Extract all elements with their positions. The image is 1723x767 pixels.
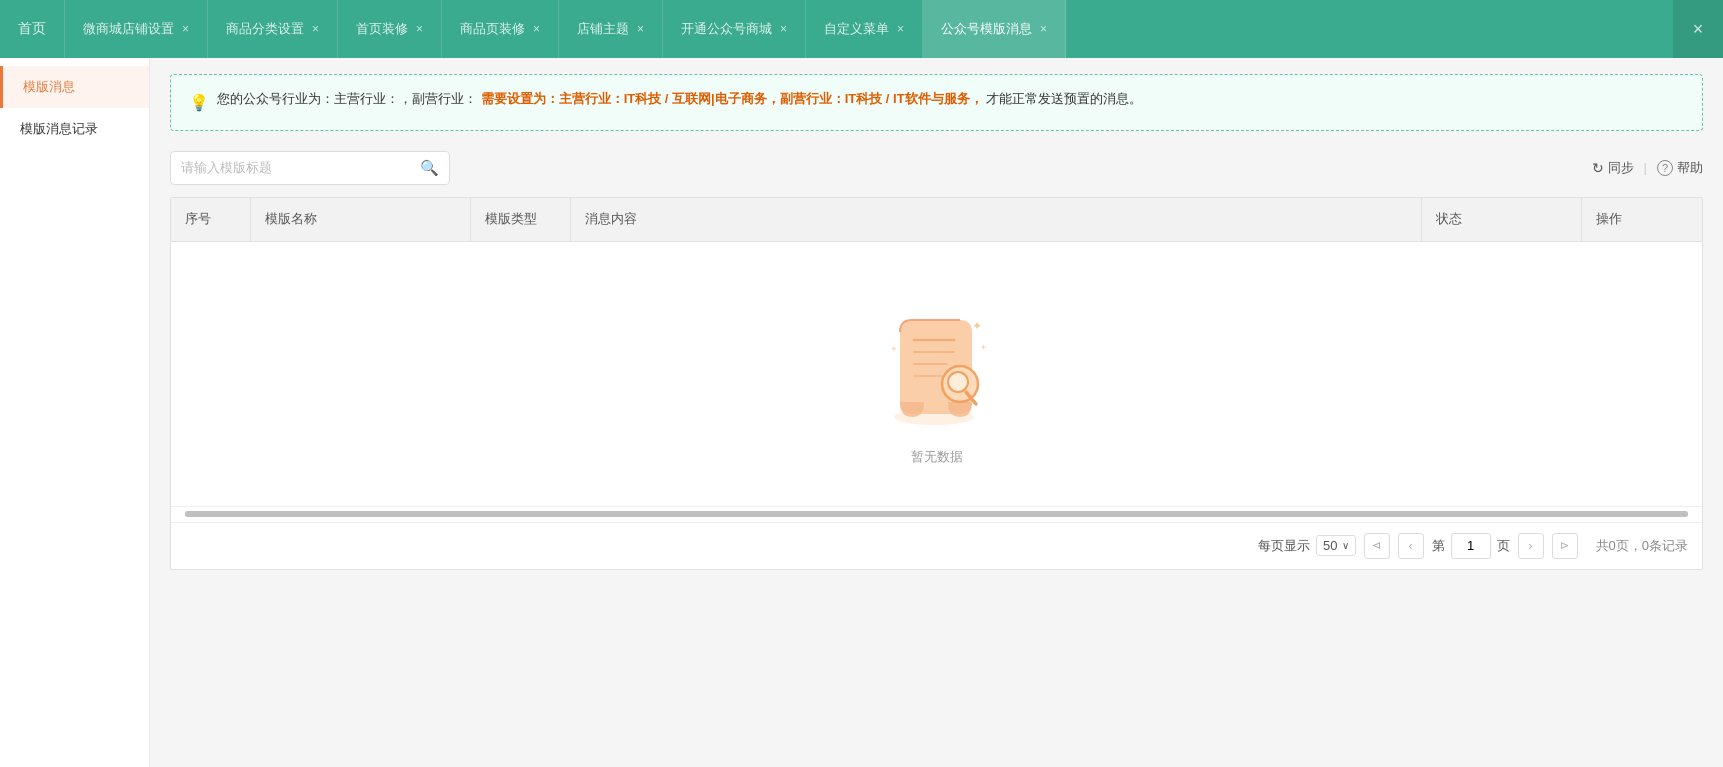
page-label-prefix: 第 bbox=[1432, 537, 1445, 555]
page-size-dropdown[interactable]: 50 ∨ bbox=[1316, 535, 1355, 556]
close-icon-template-msg[interactable]: × bbox=[1040, 22, 1047, 36]
close-icon-home-deco[interactable]: × bbox=[416, 22, 423, 36]
empty-illustration: ✦ ✦ ✦ bbox=[872, 302, 1002, 432]
col-header-status: 状态 bbox=[1422, 198, 1582, 241]
nav-tab-product-category[interactable]: 商品分类设置 × bbox=[208, 0, 338, 58]
svg-point-6 bbox=[948, 372, 968, 392]
close-all-button[interactable]: × bbox=[1673, 0, 1723, 58]
page-input-wrap: 第 页 bbox=[1432, 533, 1510, 559]
nav-tab-template-msg-label: 公众号模版消息 bbox=[941, 20, 1032, 38]
close-icon-shop-theme[interactable]: × bbox=[637, 22, 644, 36]
col-header-action: 操作 bbox=[1582, 198, 1702, 241]
page-size-value: 50 bbox=[1323, 538, 1337, 553]
sidebar-item-template-message[interactable]: 模版消息 bbox=[0, 66, 149, 108]
sync-icon: ↻ bbox=[1592, 160, 1604, 176]
nav-tab-wechat-shop[interactable]: 微商城店铺设置 × bbox=[65, 0, 208, 58]
close-all-icon: × bbox=[1693, 19, 1704, 40]
sync-label: 同步 bbox=[1608, 159, 1634, 177]
next-page-button[interactable]: › bbox=[1518, 533, 1544, 559]
nav-tab-home-deco[interactable]: 首页装修 × bbox=[338, 0, 442, 58]
table-header: 序号 模版名称 模版类型 消息内容 状态 操作 bbox=[171, 198, 1702, 242]
scrollbar-thumb bbox=[185, 511, 1688, 517]
empty-text: 暂无数据 bbox=[911, 448, 963, 466]
close-icon-wechat-shop[interactable]: × bbox=[182, 22, 189, 36]
svg-text:✦: ✦ bbox=[972, 319, 982, 333]
search-input[interactable] bbox=[181, 160, 420, 175]
close-icon-product-deco[interactable]: × bbox=[533, 22, 540, 36]
nav-tab-product-deco[interactable]: 商品页装修 × bbox=[442, 0, 559, 58]
nav-tab-custom-menu-label: 自定义菜单 bbox=[824, 20, 889, 38]
first-page-button[interactable]: ⊲ bbox=[1364, 533, 1390, 559]
nav-tab-shop-theme[interactable]: 店铺主题 × bbox=[559, 0, 663, 58]
main-layout: 模版消息 模版消息记录 💡 您的公众号行业为：主营行业：，副营行业： 需要设置为… bbox=[0, 58, 1723, 767]
divider: | bbox=[1644, 160, 1647, 175]
help-button[interactable]: ? 帮助 bbox=[1657, 159, 1703, 177]
nav-tab-home-label: 首页 bbox=[18, 20, 46, 38]
page-size-label: 每页显示 bbox=[1258, 537, 1310, 555]
nav-tab-custom-menu[interactable]: 自定义菜单 × bbox=[806, 0, 923, 58]
sidebar: 模版消息 模版消息记录 bbox=[0, 58, 150, 767]
col-header-seq: 序号 bbox=[171, 198, 251, 241]
data-table: 序号 模版名称 模版类型 消息内容 状态 操作 bbox=[170, 197, 1703, 570]
scrollbar-track bbox=[185, 511, 1688, 517]
sidebar-item-template-message-label: 模版消息 bbox=[23, 79, 75, 94]
col-header-type: 模版类型 bbox=[471, 198, 571, 241]
col-header-content: 消息内容 bbox=[571, 198, 1422, 241]
search-row: 🔍 ↻ 同步 | ? 帮助 bbox=[170, 151, 1703, 185]
search-icon[interactable]: 🔍 bbox=[420, 159, 439, 177]
notice-suffix: 才能正常发送预置的消息。 bbox=[986, 91, 1142, 106]
page-size-select: 每页显示 50 ∨ bbox=[1258, 535, 1355, 556]
sidebar-item-template-record-label: 模版消息记录 bbox=[20, 121, 98, 136]
nav-tab-open-shop-label: 开通公众号商城 bbox=[681, 20, 772, 38]
nav-tab-product-category-label: 商品分类设置 bbox=[226, 20, 304, 38]
help-label: 帮助 bbox=[1677, 159, 1703, 177]
total-info: 共0页，0条记录 bbox=[1596, 537, 1688, 555]
close-icon-open-shop[interactable]: × bbox=[780, 22, 787, 36]
page-label-suffix: 页 bbox=[1497, 537, 1510, 555]
page-number-input[interactable] bbox=[1451, 533, 1491, 559]
sidebar-item-template-record[interactable]: 模版消息记录 bbox=[0, 108, 149, 150]
help-icon: ? bbox=[1657, 160, 1673, 176]
horizontal-scrollbar[interactable] bbox=[171, 506, 1702, 522]
nav-tab-shop-theme-label: 店铺主题 bbox=[577, 20, 629, 38]
nav-tab-home-deco-label: 首页装修 bbox=[356, 20, 408, 38]
nav-tab-product-deco-label: 商品页装修 bbox=[460, 20, 525, 38]
notice-box: 💡 您的公众号行业为：主营行业：，副营行业： 需要设置为：主营行业：IT科技 /… bbox=[170, 74, 1703, 131]
col-header-name: 模版名称 bbox=[251, 198, 471, 241]
search-input-wrap: 🔍 bbox=[170, 151, 450, 185]
notice-highlight: 需要设置为：主营行业：IT科技 / 互联网|电子商务，副营行业：IT科技 / I… bbox=[481, 91, 983, 106]
close-icon-product-category[interactable]: × bbox=[312, 22, 319, 36]
top-nav: 首页 微商城店铺设置 × 商品分类设置 × 首页装修 × 商品页装修 × 店铺主… bbox=[0, 0, 1723, 58]
content-area: 💡 您的公众号行业为：主营行业：，副营行业： 需要设置为：主营行业：IT科技 /… bbox=[150, 58, 1723, 767]
svg-text:✦: ✦ bbox=[980, 343, 987, 352]
close-icon-custom-menu[interactable]: × bbox=[897, 22, 904, 36]
prev-page-button[interactable]: ‹ bbox=[1398, 533, 1424, 559]
empty-state: ✦ ✦ ✦ 暂无数据 bbox=[171, 242, 1702, 506]
sync-button[interactable]: ↻ 同步 bbox=[1592, 159, 1634, 177]
notice-lightbulb-icon: 💡 bbox=[189, 90, 209, 116]
chevron-down-icon: ∨ bbox=[1342, 540, 1349, 551]
svg-text:✦: ✦ bbox=[890, 344, 898, 354]
notice-text: 您的公众号行业为：主营行业：，副营行业： 需要设置为：主营行业：IT科技 / 互… bbox=[217, 89, 1684, 110]
search-actions: ↻ 同步 | ? 帮助 bbox=[1592, 159, 1703, 177]
pagination-row: 每页显示 50 ∨ ⊲ ‹ 第 页 › ⊳ 共0页，0条记录 bbox=[171, 522, 1702, 569]
nav-tab-wechat-shop-label: 微商城店铺设置 bbox=[83, 20, 174, 38]
nav-tab-home[interactable]: 首页 bbox=[0, 0, 65, 58]
notice-prefix: 您的公众号行业为：主营行业：，副营行业： bbox=[217, 91, 477, 106]
nav-tab-template-msg[interactable]: 公众号模版消息 × bbox=[923, 0, 1066, 58]
last-page-button[interactable]: ⊳ bbox=[1552, 533, 1578, 559]
nav-tab-open-shop[interactable]: 开通公众号商城 × bbox=[663, 0, 806, 58]
